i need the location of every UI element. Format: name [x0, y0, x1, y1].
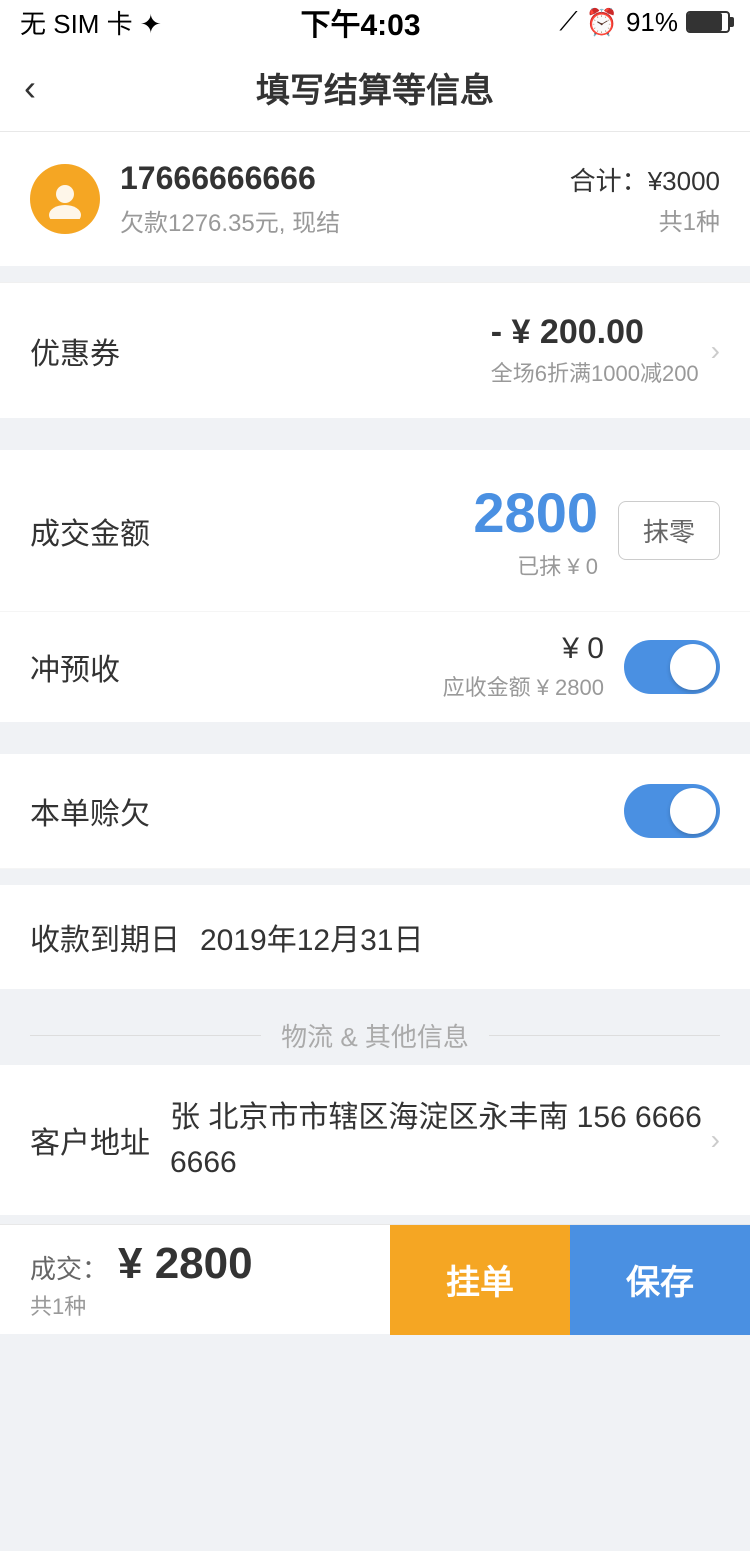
- bottom-deal-amount: ¥ 2800: [118, 1239, 253, 1289]
- address-row[interactable]: 客户地址 张 北京市市辖区海淀区永丰南 156 6666 6666 ›: [0, 1065, 750, 1215]
- debt-toggle[interactable]: [624, 784, 720, 838]
- section-separator-1: [0, 434, 750, 450]
- deal-amount-row: 成交金额 2800 已抹 ¥ 0 抹零: [0, 450, 750, 612]
- nav-bar: ‹ 填写结算等信息: [0, 44, 750, 132]
- logistics-divider: 物流 & 其他信息: [0, 1005, 750, 1065]
- bottom-deal: 成交： ¥ 2800: [30, 1239, 360, 1289]
- deal-amount-label: 成交金额: [30, 509, 150, 553]
- customer-total: 合计：¥3000 共1种: [570, 161, 720, 237]
- due-date-row: 收款到期日 2019年12月31日: [0, 885, 750, 989]
- sim-status: 无 SIM 卡 ✦: [20, 4, 162, 41]
- battery-icon: [686, 11, 730, 33]
- bottom-info: 成交： ¥ 2800 共1种: [0, 1239, 390, 1321]
- battery-level: 91%: [626, 7, 678, 38]
- coupon-row[interactable]: 优惠券 - ¥ 200.00 全场6折满1000减200 ›: [0, 282, 750, 418]
- total-amount: ¥3000: [648, 166, 720, 196]
- deal-amount-block: 2800 已抹 ¥ 0: [473, 480, 598, 581]
- bottom-bar: 成交： ¥ 2800 共1种 挂单 保存: [0, 1224, 750, 1334]
- prepay-right: ¥ 0 应收金额 ¥ 2800: [443, 632, 720, 702]
- coupon-label: 优惠券: [30, 329, 120, 373]
- address-chevron-icon: ›: [711, 1124, 720, 1156]
- prepay-sub: 应收金额 ¥ 2800: [443, 670, 604, 702]
- status-right: ⟋ ⏰ 91%: [559, 6, 730, 38]
- section-separator-2: [0, 722, 750, 738]
- coupon-discount: - ¥ 200.00: [491, 313, 699, 352]
- customer-left: 17666666666 欠款1276.35元, 现结: [30, 160, 340, 238]
- status-left: 无 SIM 卡 ✦: [20, 4, 162, 41]
- toggle-knob: [670, 644, 716, 690]
- coupon-right: - ¥ 200.00 全场6折满1000减200 ›: [491, 313, 720, 388]
- prepay-toggle[interactable]: [624, 640, 720, 694]
- customer-details: 17666666666 欠款1276.35元, 现结: [120, 160, 340, 238]
- location-icon: ⟋: [559, 6, 577, 38]
- debt-label: 本单赊欠: [30, 789, 150, 833]
- debt-toggle-knob: [670, 788, 716, 834]
- avatar: [30, 164, 100, 234]
- prepay-amount-block: ¥ 0 应收金额 ¥ 2800: [443, 632, 604, 702]
- prepay-row: 冲预收 ¥ 0 应收金额 ¥ 2800: [0, 612, 750, 722]
- due-date-label: 收款到期日: [30, 915, 180, 959]
- content: 17666666666 欠款1276.35元, 现结 合计：¥3000 共1种 …: [0, 132, 750, 1551]
- hold-order-button[interactable]: 挂单: [390, 1225, 570, 1335]
- page-title: 填写结算等信息: [256, 63, 494, 112]
- chevron-right-icon: ›: [711, 335, 720, 367]
- customer-phone: 17666666666: [120, 160, 340, 197]
- save-button[interactable]: 保存: [570, 1225, 750, 1335]
- address-label: 客户地址: [30, 1118, 150, 1162]
- prepay-label: 冲预收: [30, 645, 120, 689]
- divider-label: 物流 & 其他信息: [261, 1017, 489, 1054]
- back-button[interactable]: ‹: [24, 67, 36, 109]
- coupon-desc: 全场6折满1000减200: [491, 356, 699, 388]
- bottom-deal-label: 成交：: [30, 1249, 108, 1286]
- deal-amount-right: 2800 已抹 ¥ 0 抹零: [473, 480, 720, 581]
- total-count: 共1种: [570, 202, 720, 237]
- round-button[interactable]: 抹零: [618, 501, 720, 560]
- customer-info-card: 17666666666 欠款1276.35元, 现结 合计：¥3000 共1种: [0, 132, 750, 266]
- prepay-amount: ¥ 0: [443, 632, 604, 666]
- debt-row: 本单赊欠: [0, 754, 750, 869]
- form-section: 成交金额 2800 已抹 ¥ 0 抹零 冲预收 ¥ 0 应收金额 ¥ 2800: [0, 450, 750, 722]
- coupon-info: - ¥ 200.00 全场6折满1000减200: [491, 313, 699, 388]
- customer-sub-info: 欠款1276.35元, 现结: [120, 203, 340, 238]
- deal-amount-sub: 已抹 ¥ 0: [473, 549, 598, 581]
- due-date-value: 2019年12月31日: [200, 915, 423, 959]
- status-time: 下午4:03: [301, 0, 421, 44]
- alarm-icon: ⏰: [586, 7, 618, 38]
- address-value: 张 北京市市辖区海淀区永丰南 156 6666 6666: [170, 1095, 711, 1185]
- deal-amount-value: 2800: [473, 480, 598, 545]
- total-label: 合计：¥3000: [570, 161, 720, 198]
- bottom-count: 共1种: [30, 1289, 360, 1321]
- status-bar: 无 SIM 卡 ✦ 下午4:03 ⟋ ⏰ 91%: [0, 0, 750, 44]
